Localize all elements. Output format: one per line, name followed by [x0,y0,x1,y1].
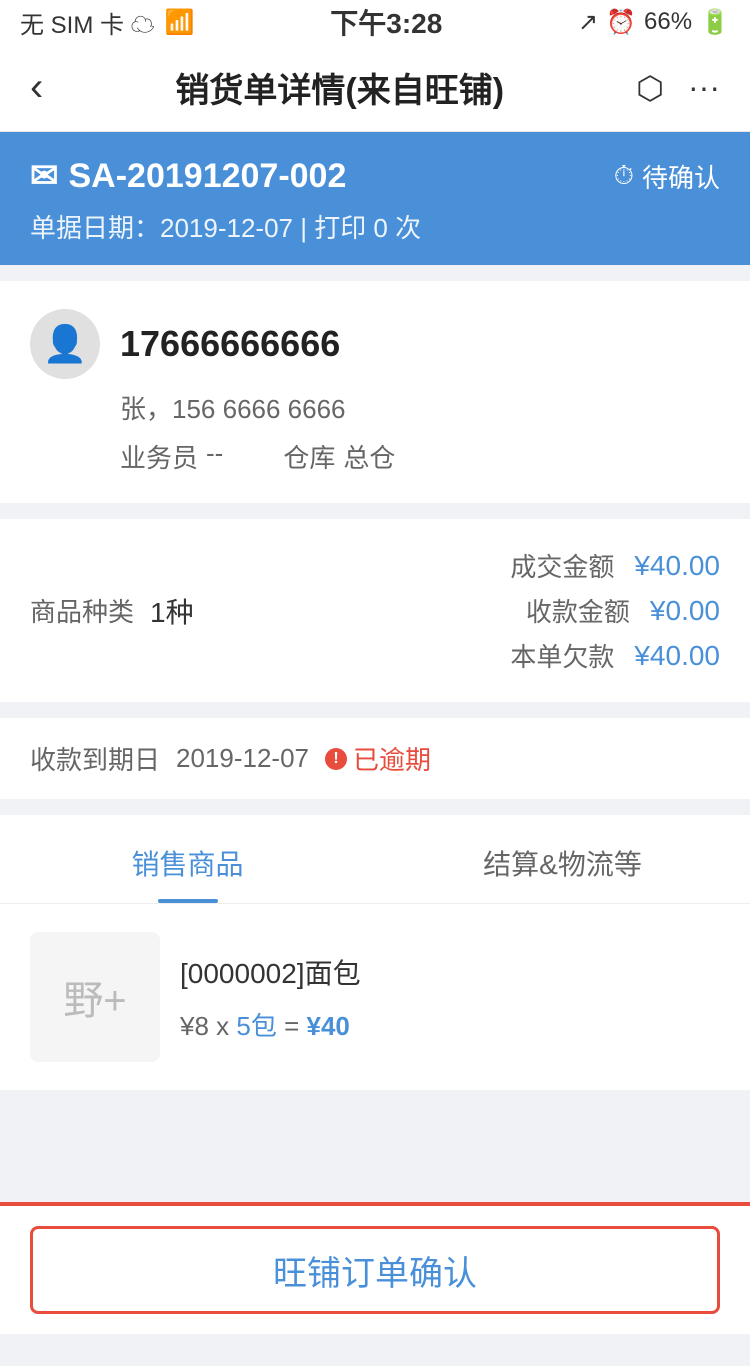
owed-value: ¥40.00 [634,640,720,672]
owed-label: 本单欠款 [510,637,614,674]
amount-row: 成交金额 ¥40.00 [510,547,720,584]
sales-label: 业务员 [120,438,198,475]
order-id: ✉ SA-20191207-002 [30,156,346,196]
product-price: ¥8 x 5包 = ¥40 [180,1006,720,1043]
warehouse-label: 仓库 [283,438,335,475]
product-name: [0000002]面包 [180,952,720,992]
product-item: 野+ [0000002]面包 ¥8 x 5包 = ¥40 [0,904,750,1090]
summary-right: 成交金额 ¥40.00 收款金额 ¥0.00 本单欠款 ¥40.00 [375,547,720,674]
share-button[interactable]: ⬡ [636,69,664,107]
summary-section: 商品种类 1种 成交金额 ¥40.00 收款金额 ¥0.00 本单欠款 ¥40.… [0,519,750,702]
product-type-label: 商品种类 [30,592,134,629]
status-left: 无 SIM 卡 ☁ 📶 [20,5,195,40]
customer-section: 👤 17666666666 张，156 6666 6666 业务员 -- 仓库 … [0,281,750,503]
status-right: ↗ ⏰ 66% 🔋 [578,8,730,37]
battery-label: 66% [644,8,692,36]
order-status: ⏱ 待确认 [614,158,720,195]
product-total: ¥40 [306,1011,349,1041]
product-type-value: 1种 [150,591,194,631]
tab-settlement[interactable]: 结算&物流等 [375,815,750,903]
product-info: [0000002]面包 ¥8 x 5包 = ¥40 [180,952,720,1043]
nav-actions: ⬡ ··· [636,69,720,107]
product-thumbnail: 野+ [30,932,160,1062]
nav-bar: ‹ 销货单详情(来自旺铺) ⬡ ··· [0,44,750,132]
page-title: 销货单详情(来自旺铺) [175,63,504,112]
received-label: 收款金额 [526,592,630,629]
header-card: ✉ SA-20191207-002 ⏱ 待确认 单据日期：2019-12-07 … [0,132,750,265]
confirm-btn-wrap: 旺铺订单确认 [0,1202,750,1334]
tabs-section: 销售商品 结算&物流等 野+ [0000002]面包 ¥8 x 5包 = ¥40 [0,815,750,1090]
overdue-text: 已逾期 [353,740,431,777]
amount-label: 成交金额 [510,547,614,584]
avatar: 👤 [30,309,100,379]
warehouse-info: 仓库 总仓 [283,438,395,475]
summary-left: 商品种类 1种 [30,547,375,674]
clock-icon: ⏱ [614,160,634,192]
customer-name: 张，156 6666 6666 [120,389,720,426]
warehouse-value: 总仓 [343,438,395,475]
owed-row: 本单欠款 ¥40.00 [510,637,720,674]
customer-phone: 17666666666 [120,323,340,365]
order-date: 单据日期：2019-12-07 | 打印 0 次 [30,208,720,245]
overdue-icon: ! [325,748,347,770]
equals-sign: = [277,1011,307,1041]
sales-value: -- [206,438,223,475]
wifi-icon: 📶 [165,8,195,37]
overdue-badge: ! 已逾期 [325,740,431,777]
confirm-button[interactable]: 旺铺订单确认 [30,1226,720,1314]
product-qty: 5包 [236,1011,276,1041]
more-button[interactable]: ··· [688,69,720,106]
status-bar: 无 SIM 卡 ☁ 📶 下午3:28 ↗ ⏰ 66% 🔋 [0,0,750,44]
location-icon: ↗ [578,8,598,37]
avatar-icon: 👤 [43,323,88,365]
status-time: 下午3:28 [330,2,442,42]
received-value: ¥0.00 [650,595,720,627]
customer-meta: 业务员 -- 仓库 总仓 [120,438,720,475]
tabs-bar: 销售商品 结算&物流等 [0,815,750,904]
received-row: 收款金额 ¥0.00 [526,592,720,629]
due-date: 2019-12-07 [176,743,309,774]
envelope-icon: ✉ [30,156,59,196]
alarm-icon: ⏰ [606,8,636,37]
due-label: 收款到期日 [30,740,160,777]
battery-icon: 🔋 [700,8,730,37]
sim-label: 无 SIM 卡 ☁ [20,5,155,40]
sales-info: 业务员 -- [120,438,223,475]
amount-value: ¥40.00 [634,550,720,582]
due-section: 收款到期日 2019-12-07 ! 已逾期 [0,718,750,799]
tab-sales-goods[interactable]: 销售商品 [0,815,375,903]
price-base: ¥8 x [180,1011,236,1041]
product-logo: 野+ [63,968,126,1026]
back-button[interactable]: ‹ [30,65,43,110]
